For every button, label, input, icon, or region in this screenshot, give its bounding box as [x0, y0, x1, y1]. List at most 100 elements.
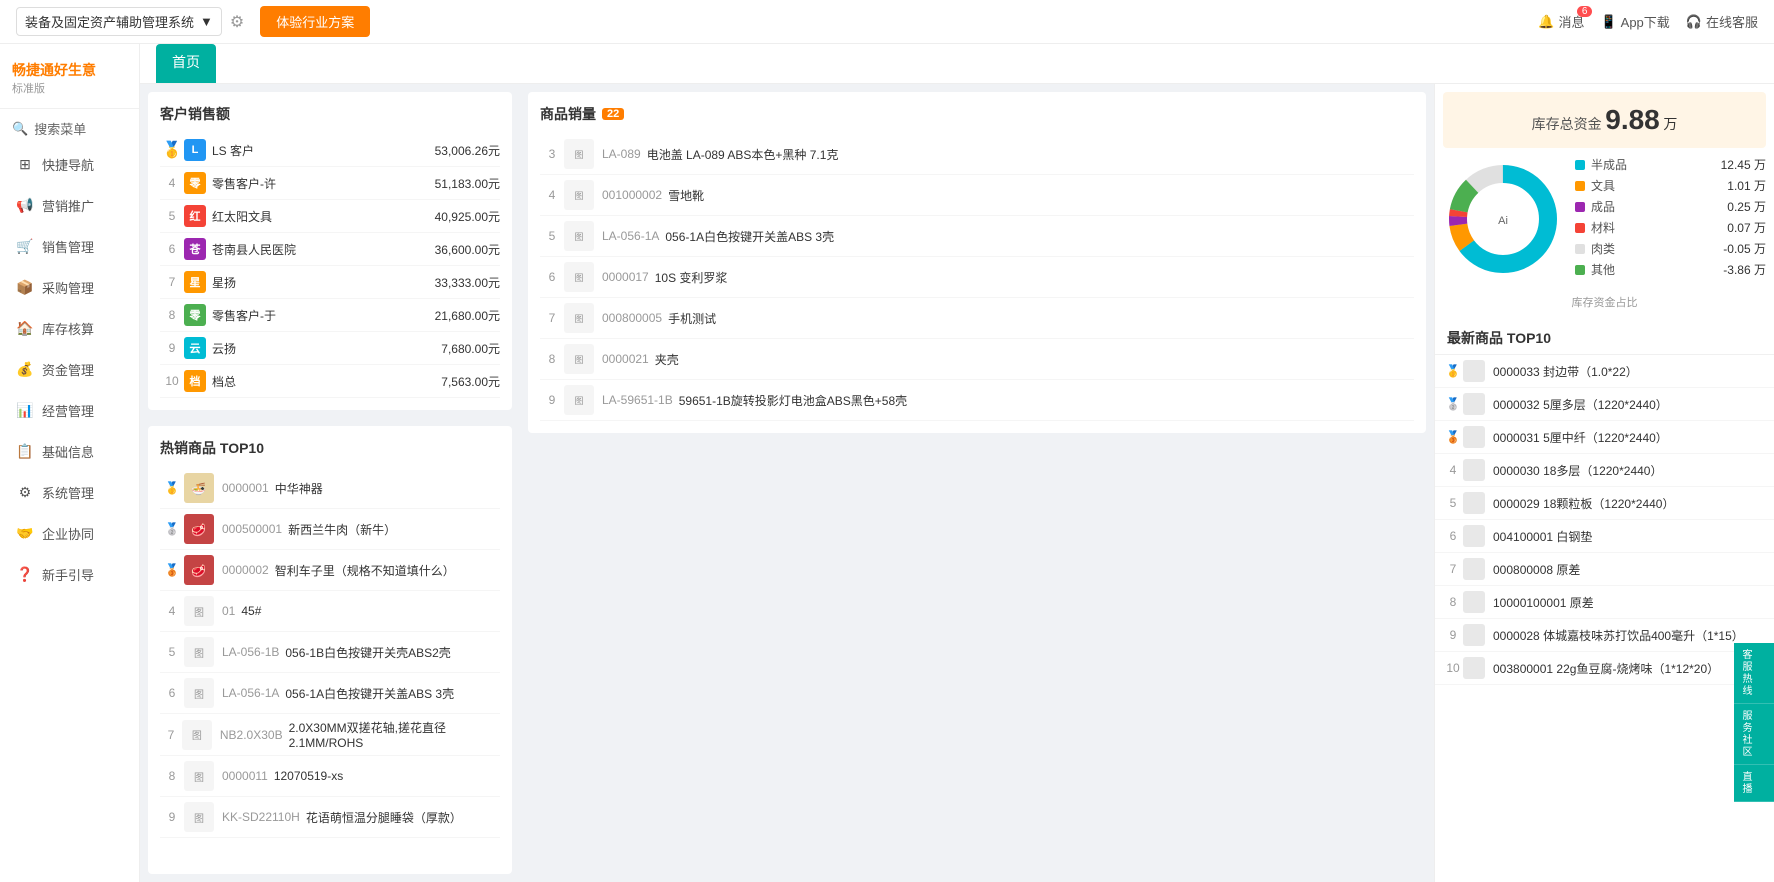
new-prod-icon-1 [1463, 360, 1485, 382]
hot-product-7[interactable]: 7 图 NB2.0X30B 2.0X30MM双搓花轴,搓花直径2.1MM/ROH… [160, 714, 500, 756]
customer-amount-9: 7,680.00元 [441, 340, 500, 357]
new-prod-info-5: 0000029 18颗粒板（1220*2440） [1493, 495, 1674, 512]
hot-products-title: 热销商品 TOP10 [160, 438, 500, 458]
sidebar-item-sales[interactable]: 🛒 销售管理 [4, 227, 135, 266]
new-prod-icon-7 [1463, 558, 1485, 580]
hot-product-5[interactable]: 5 图 LA-056-1B 056-1B白色按键开关壳ABS2壳 [160, 632, 500, 673]
sidebar-item-basic-info[interactable]: 📋 基础信息 [4, 432, 135, 471]
new-product-5[interactable]: 5 0000029 18颗粒板（1220*2440） [1435, 487, 1774, 520]
prod-rank-9[interactable]: 9 图 LA-59651-1B 59651-1B旋转投影灯电池盒ABS黑色+58… [540, 380, 1414, 421]
sidebar-search-button[interactable]: 🔍 搜索菜单 [0, 113, 139, 144]
customer-avatar-1: L [184, 139, 206, 161]
bell-icon: 🔔 [1538, 14, 1554, 30]
prod-rank-3[interactable]: 3 图 LA-089 电池盖 LA-089 ABS本色+黑种 7.1克 [540, 134, 1414, 175]
prod-name-7: 手机测试 [668, 310, 716, 327]
sales-icon: 🛒 [16, 238, 34, 256]
prod-img-4: 图 [564, 180, 594, 210]
prod-rank-6[interactable]: 6 图 0000017 10S 变利罗浆 [540, 257, 1414, 298]
prod-rank-8[interactable]: 8 图 0000021 夹壳 [540, 339, 1414, 380]
new-product-1[interactable]: 🥇 0000033 封边带（1.0*22） [1435, 355, 1774, 388]
hot-product-code-4: 01 [222, 604, 235, 618]
customer-rank-1[interactable]: 🥇 L LS 客户 53,006.26元 [160, 134, 500, 167]
new-product-10[interactable]: 10 003800001 22g鱼豆腐-烧烤味（1*12*20） [1435, 652, 1774, 685]
hot-product-img-1: 🍜 [184, 473, 214, 503]
sidebar-item-marketing[interactable]: 📢 营销推广 [4, 186, 135, 225]
customer-avatar-7: 星 [184, 271, 206, 293]
customer-rank-7[interactable]: 7 星 星扬 33,333.00元 [160, 266, 500, 299]
new-product-9[interactable]: 9 0000028 体城嘉枝味苏打饮品400毫升（1*15） [1435, 619, 1774, 652]
new-prod-info-4: 0000030 18多层（1220*2440） [1493, 462, 1662, 479]
notification-badge: 6 [1577, 6, 1593, 17]
float-btn-service[interactable]: 客服热线 [1734, 643, 1774, 704]
dashboard: 客户销售额 🥇 L LS 客户 53,006.26元 4 零 零售客户-许 [140, 84, 1774, 882]
hot-product-6[interactable]: 6 图 LA-056-1A 056-1A白色按键开关盖ABS 3壳 [160, 673, 500, 714]
online-service-button[interactable]: 🎧 在线客服 [1686, 12, 1758, 31]
customer-amount-10: 7,563.00元 [441, 373, 500, 390]
customer-rank-8[interactable]: 8 零 零售客户-于 21,680.00元 [160, 299, 500, 332]
customer-name-4: 零售客户-许 [212, 175, 435, 192]
hot-rank-medal-3: 🥉 [160, 563, 184, 577]
hot-product-3[interactable]: 🥉 🥩 0000002 智利车子里（规格不知道填什么） [160, 550, 500, 591]
hot-product-9[interactable]: 9 图 KK-SD22110H 花语萌恒温分腿睡袋（厚款） [160, 797, 500, 838]
rank-num-7: 7 [160, 275, 184, 289]
new-product-2[interactable]: 🥈 0000032 5厘多层（1220*2440） [1435, 388, 1774, 421]
new-product-6[interactable]: 6 004100001 白钢垫 [1435, 520, 1774, 553]
new-product-4[interactable]: 4 0000030 18多层（1220*2440） [1435, 454, 1774, 487]
sidebar-item-system[interactable]: ⚙ 系统管理 [4, 473, 135, 512]
float-btn-community[interactable]: 服务社区 [1734, 704, 1774, 765]
hot-rank-num-6: 6 [160, 686, 184, 700]
new-product-8[interactable]: 8 10000100001 原差 [1435, 586, 1774, 619]
prod-rank-num-4: 4 [540, 188, 564, 202]
customer-rank-6[interactable]: 6 苍 苍南县人民医院 36,600.00元 [160, 233, 500, 266]
new-product-7[interactable]: 7 000800008 原差 [1435, 553, 1774, 586]
sidebar-item-finance[interactable]: 💰 资金管理 [4, 350, 135, 389]
customer-rank-10[interactable]: 10 档 档总 7,563.00元 [160, 365, 500, 398]
logo-tag: 标准版 [12, 80, 127, 96]
customer-amount-5: 40,925.00元 [435, 208, 500, 225]
hot-rank-num-7: 7 [160, 728, 182, 742]
prod-rank-4[interactable]: 4 图 001000002 雪地靴 [540, 175, 1414, 216]
gear-icon[interactable]: ⚙ [230, 12, 244, 32]
customer-rank-4[interactable]: 4 零 零售客户-许 51,183.00元 [160, 167, 500, 200]
sidebar-item-quick-nav[interactable]: ⊞ 快捷导航 [4, 145, 135, 184]
prod-rank-5[interactable]: 5 图 LA-056-1A 056-1A白色按键开关盖ABS 3壳 [540, 216, 1414, 257]
sidebar-item-cooperation[interactable]: 🤝 企业协同 [4, 514, 135, 553]
float-btn-live[interactable]: 直播 [1734, 765, 1774, 802]
product-ranking-title: 商品销量 22 [540, 104, 1414, 124]
new-prod-icon-3 [1463, 426, 1485, 448]
prod-code-8: 0000021 [602, 352, 649, 366]
inventory-legend: 半成品 12.45 万 文具 1.01 万 成品 0.25 万 [1563, 156, 1766, 282]
notifications-button[interactable]: 🔔 消息 6 [1538, 12, 1584, 31]
product-ranking-badge: 22 [602, 108, 624, 120]
new-prod-info-7: 000800008 原差 [1493, 561, 1580, 578]
customer-rank-9[interactable]: 9 云 云扬 7,680.00元 [160, 332, 500, 365]
hot-product-1[interactable]: 🥇 🍜 0000001 中华神器 [160, 468, 500, 509]
logo-name: 畅捷通好生意 [12, 60, 127, 80]
inventory-icon: 🏠 [16, 320, 34, 338]
tab-home[interactable]: 首页 [156, 44, 216, 83]
hot-product-name-1: 中华神器 [275, 480, 323, 497]
sidebar-item-purchase[interactable]: 📦 采购管理 [4, 268, 135, 307]
sidebar-item-inventory[interactable]: 🏠 库存核算 [4, 309, 135, 348]
hot-rank-medal-2: 🥈 [160, 522, 184, 536]
customer-rank-5[interactable]: 5 红 红太阳文具 40,925.00元 [160, 200, 500, 233]
purchase-icon: 📦 [16, 279, 34, 297]
rank-num-10: 10 [160, 374, 184, 388]
hot-product-2[interactable]: 🥈 🥩 000500001 新西兰牛肉（新牛） [160, 509, 500, 550]
hot-product-8[interactable]: 8 图 0000011 12070519-xs [160, 756, 500, 797]
prod-rank-num-6: 6 [540, 270, 564, 284]
sidebar-item-operations[interactable]: 📊 经营管理 [4, 391, 135, 430]
hot-product-4[interactable]: 4 图 01 45# [160, 591, 500, 632]
hot-product-name-7: 2.0X30MM双搓花轴,搓花直径2.1MM/ROHS [289, 719, 500, 750]
new-product-3[interactable]: 🥉 0000031 5厘中纤（1220*2440） [1435, 421, 1774, 454]
system-selector[interactable]: 装备及固定资产辅助管理系统 ▼ [16, 7, 222, 36]
sidebar-item-guide[interactable]: ❓ 新手引导 [4, 555, 135, 594]
app-download-button[interactable]: 📱 App下载 [1600, 12, 1669, 31]
rank-num-9: 9 [160, 341, 184, 355]
prod-name-6: 10S 变利罗浆 [655, 269, 728, 286]
new-products-title: 最新商品 TOP10 [1435, 318, 1774, 355]
prod-rank-7[interactable]: 7 图 000800005 手机测试 [540, 298, 1414, 339]
trial-button[interactable]: 体验行业方案 [260, 6, 370, 37]
hot-product-code-6: LA-056-1A [222, 686, 279, 700]
headset-icon: 🎧 [1686, 14, 1702, 30]
